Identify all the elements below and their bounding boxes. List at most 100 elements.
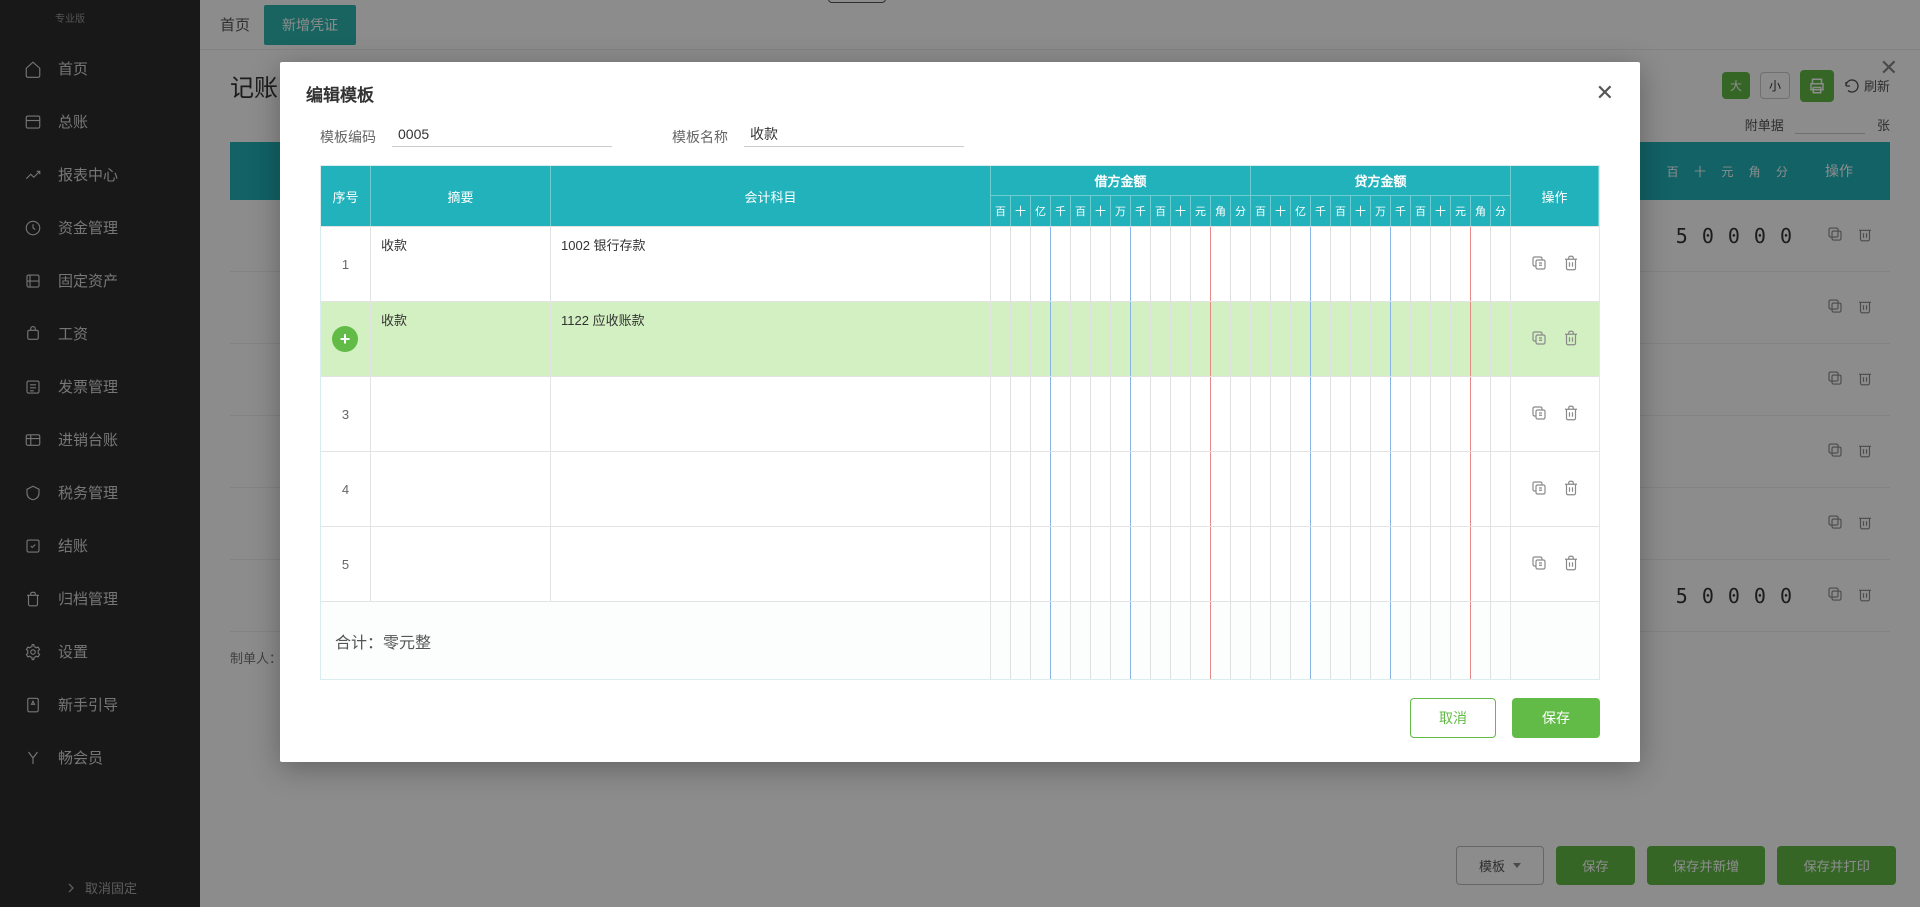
digit-cell[interactable] <box>1471 452 1491 526</box>
digit-cell[interactable] <box>1231 527 1250 601</box>
template-name-input[interactable] <box>744 122 964 147</box>
digit-cell[interactable] <box>1071 302 1091 376</box>
digit-cell[interactable] <box>1491 452 1510 526</box>
copy-icon[interactable] <box>1530 329 1548 350</box>
digit-cell[interactable] <box>1251 452 1271 526</box>
digit-cell[interactable] <box>991 377 1011 451</box>
digit-cell[interactable] <box>1331 527 1351 601</box>
digit-cell[interactable] <box>1011 602 1031 679</box>
copy-icon[interactable] <box>1530 254 1548 275</box>
digit-cell[interactable] <box>1251 602 1271 679</box>
digit-cell[interactable] <box>1311 452 1331 526</box>
digit-cell[interactable] <box>1031 527 1051 601</box>
digit-cell[interactable] <box>1191 227 1211 301</box>
digit-cell[interactable] <box>1491 227 1510 301</box>
digit-cell[interactable] <box>1071 377 1091 451</box>
digit-cell[interactable] <box>1171 377 1191 451</box>
digit-cell[interactable] <box>1111 527 1131 601</box>
digit-cell[interactable] <box>1031 452 1051 526</box>
digit-cell[interactable] <box>1211 602 1231 679</box>
digit-cell[interactable] <box>1171 302 1191 376</box>
credit-amount[interactable] <box>1251 227 1511 301</box>
digit-cell[interactable] <box>1431 527 1451 601</box>
digit-cell[interactable] <box>1151 452 1171 526</box>
digit-cell[interactable] <box>1271 377 1291 451</box>
digit-cell[interactable] <box>1411 527 1431 601</box>
digit-cell[interactable] <box>1051 302 1071 376</box>
digit-cell[interactable] <box>1051 227 1071 301</box>
digit-cell[interactable] <box>1031 227 1051 301</box>
digit-cell[interactable] <box>1411 227 1431 301</box>
debit-amount[interactable] <box>991 227 1251 301</box>
digit-cell[interactable] <box>1231 302 1250 376</box>
digit-cell[interactable] <box>1451 302 1471 376</box>
digit-cell[interactable] <box>1431 377 1451 451</box>
digit-cell[interactable] <box>1231 602 1250 679</box>
digit-cell[interactable] <box>1311 377 1331 451</box>
digit-cell[interactable] <box>1291 302 1311 376</box>
digit-cell[interactable] <box>1171 227 1191 301</box>
account-cell[interactable]: 1002 银行存款 <box>551 227 991 301</box>
digit-cell[interactable] <box>1151 227 1171 301</box>
digit-cell[interactable] <box>1191 527 1211 601</box>
digit-cell[interactable] <box>1391 602 1411 679</box>
summary-cell[interactable] <box>371 527 551 601</box>
digit-cell[interactable] <box>1231 377 1250 451</box>
delete-icon[interactable] <box>1562 554 1580 575</box>
digit-cell[interactable] <box>1431 302 1451 376</box>
summary-cell[interactable]: 收款 <box>371 227 551 301</box>
digit-cell[interactable] <box>1011 302 1031 376</box>
template-row[interactable]: 5 <box>321 526 1599 601</box>
digit-cell[interactable] <box>1431 602 1451 679</box>
copy-icon[interactable] <box>1530 404 1548 425</box>
digit-cell[interactable] <box>1331 227 1351 301</box>
digit-cell[interactable] <box>1071 602 1091 679</box>
digit-cell[interactable] <box>1271 227 1291 301</box>
digit-cell[interactable] <box>1091 302 1111 376</box>
digit-cell[interactable] <box>1111 302 1131 376</box>
digit-cell[interactable] <box>1291 602 1311 679</box>
digit-cell[interactable] <box>1231 452 1250 526</box>
digit-cell[interactable] <box>1251 227 1271 301</box>
digit-cell[interactable] <box>1411 602 1431 679</box>
digit-cell[interactable] <box>1471 227 1491 301</box>
digit-cell[interactable] <box>1331 377 1351 451</box>
credit-amount[interactable] <box>1251 527 1511 601</box>
digit-cell[interactable] <box>991 227 1011 301</box>
digit-cell[interactable] <box>1031 377 1051 451</box>
digit-cell[interactable] <box>1051 602 1071 679</box>
digit-cell[interactable] <box>1411 377 1431 451</box>
digit-cell[interactable] <box>1311 527 1331 601</box>
digit-cell[interactable] <box>1331 302 1351 376</box>
debit-amount[interactable] <box>991 302 1251 376</box>
digit-cell[interactable] <box>1031 602 1051 679</box>
digit-cell[interactable] <box>1471 602 1491 679</box>
digit-cell[interactable] <box>1371 602 1391 679</box>
digit-cell[interactable] <box>1151 602 1171 679</box>
digit-cell[interactable] <box>1331 602 1351 679</box>
digit-cell[interactable] <box>1351 527 1371 601</box>
digit-cell[interactable] <box>991 527 1011 601</box>
account-cell[interactable] <box>551 377 991 451</box>
digit-cell[interactable] <box>1391 377 1411 451</box>
digit-cell[interactable] <box>1051 527 1071 601</box>
delete-icon[interactable] <box>1562 479 1580 500</box>
digit-cell[interactable] <box>1251 302 1271 376</box>
digit-cell[interactable] <box>1171 452 1191 526</box>
digit-cell[interactable] <box>1131 452 1151 526</box>
digit-cell[interactable] <box>1111 602 1131 679</box>
digit-cell[interactable] <box>1111 377 1131 451</box>
modal-close-icon[interactable]: ✕ <box>1596 80 1614 106</box>
digit-cell[interactable] <box>1451 452 1471 526</box>
digit-cell[interactable] <box>1231 227 1250 301</box>
digit-cell[interactable] <box>1011 227 1031 301</box>
cancel-button[interactable]: 取消 <box>1410 698 1496 738</box>
digit-cell[interactable] <box>1411 302 1431 376</box>
account-cell[interactable]: 1122 应收账款 <box>551 302 991 376</box>
digit-cell[interactable] <box>1251 527 1271 601</box>
digit-cell[interactable] <box>1371 302 1391 376</box>
debit-amount[interactable] <box>991 452 1251 526</box>
digit-cell[interactable] <box>1191 452 1211 526</box>
digit-cell[interactable] <box>1131 377 1151 451</box>
digit-cell[interactable] <box>1291 227 1311 301</box>
